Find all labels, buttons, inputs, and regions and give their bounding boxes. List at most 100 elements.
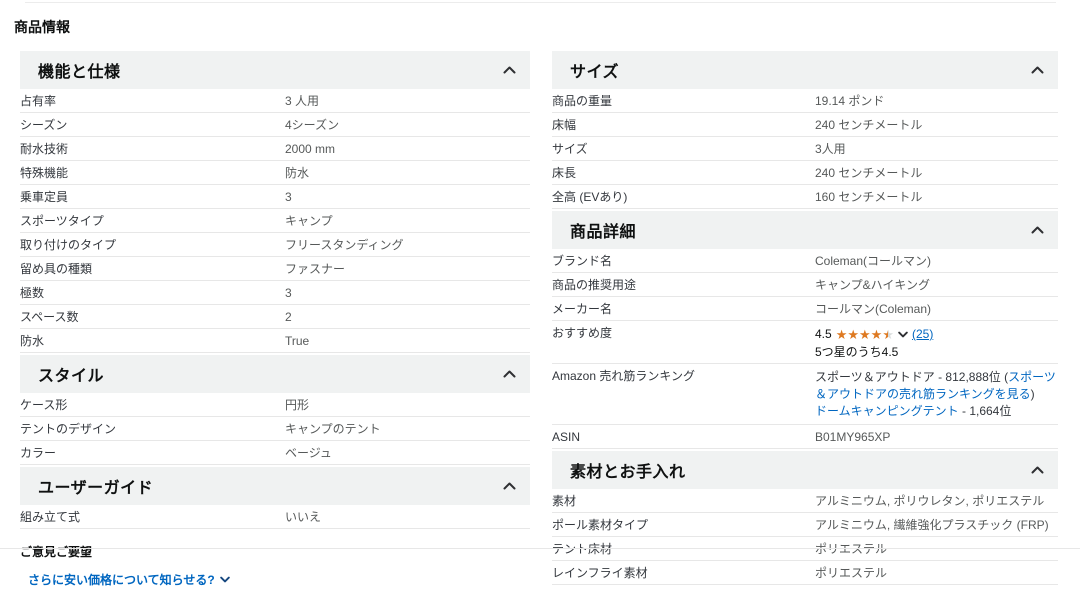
chevron-up-icon	[1031, 226, 1044, 234]
table-row: メーカー名コールマン(Coleman)	[552, 297, 1058, 321]
table-row: テントのデザインキャンプのテント	[20, 417, 530, 441]
table-row: ポール素材タイプアルミニウム, 繊維強化プラスチック (FRP)	[552, 513, 1058, 537]
table-row: 素材アルミニウム, ポリウレタン, ポリエステル	[552, 489, 1058, 513]
ranking-text: - 1,664位	[959, 404, 1012, 418]
spec-label: 留め具の種類	[20, 262, 285, 276]
chevron-up-icon	[1031, 66, 1044, 74]
table-row: 全高 (EVあり)160 センチメートル	[552, 185, 1058, 209]
section-header-style[interactable]: スタイル	[20, 355, 530, 393]
spec-value: いいえ	[285, 510, 530, 524]
spec-label: 床長	[552, 166, 815, 180]
section-header-features-specs[interactable]: 機能と仕様	[20, 51, 530, 89]
feedback-heading: ご意見ご要望	[20, 543, 530, 560]
table-row: ケース形円形	[20, 393, 530, 417]
spec-rows: 占有率3 人用 シーズン4シーズン 耐水技術2000 mm 特殊機能防水 乗車定…	[20, 89, 530, 353]
chevron-up-icon	[503, 66, 516, 74]
table-row: シーズン4シーズン	[20, 113, 530, 137]
reviews-count-link[interactable]: (25)	[912, 326, 933, 342]
table-row: 乗車定員3	[20, 185, 530, 209]
spec-label: メーカー名	[552, 302, 815, 316]
spec-value: アルミニウム, ポリウレタン, ポリエステル	[815, 494, 1058, 508]
spec-label: 防水	[20, 334, 285, 348]
spec-label: 取り付けのタイプ	[20, 238, 285, 252]
lower-price-feedback-link[interactable]: さらに安い価格について知らせる?	[28, 571, 230, 588]
bottom-divider	[0, 548, 1080, 549]
table-row: 床長240 センチメートル	[552, 161, 1058, 185]
section-user-guide: ユーザーガイド 組み立て式いいえ	[20, 467, 530, 529]
spec-value: B01MY965XP	[815, 430, 1058, 444]
spec-label: カラー	[20, 446, 285, 460]
spec-label: ケース形	[20, 398, 285, 412]
spec-label: Amazon 売れ筋ランキング	[552, 369, 815, 383]
spec-rows: 素材アルミニウム, ポリウレタン, ポリエステル ポール素材タイプアルミニウム,…	[552, 489, 1058, 585]
star-icon: ★	[847, 328, 859, 341]
table-row: カラーベージュ	[20, 441, 530, 465]
product-information-panel: 商品情報 機能と仕様 占有率3 人用 シーズン4シーズン 耐水技術2000 mm…	[0, 0, 1080, 589]
table-row: 特殊機能防水	[20, 161, 530, 185]
ranking-row: Amazon 売れ筋ランキング スポーツ＆アウトドア - 812,888位 (ス…	[552, 364, 1058, 425]
section-style: スタイル ケース形円形 テントのデザインキャンプのテント カラーベージュ	[20, 355, 530, 465]
dome-tent-ranking-link[interactable]: ドームキャンピングテント	[815, 404, 959, 418]
spec-value: 3 人用	[285, 94, 530, 108]
spec-value: キャンプ	[285, 214, 530, 228]
section-header-materials-care[interactable]: 素材とお手入れ	[552, 451, 1058, 489]
spec-value: 2000 mm	[285, 142, 530, 156]
spec-value: ポリエステル	[815, 566, 1058, 580]
right-column: サイズ 商品の重量19.14 ポンド 床幅240 センチメートル サイズ3人用 …	[552, 49, 1058, 585]
section-header-user-guide[interactable]: ユーザーガイド	[20, 467, 530, 505]
spec-value: フリースタンディング	[285, 238, 530, 252]
spec-value: 3人用	[815, 142, 1058, 156]
spec-value: 防水	[285, 166, 530, 180]
spec-value: Coleman(コールマン)	[815, 254, 1058, 268]
section-title: スタイル	[38, 362, 104, 386]
spec-label: ブランド名	[552, 254, 815, 268]
spec-label: おすすめ度	[552, 326, 815, 340]
section-title: 機能と仕様	[38, 58, 121, 82]
feedback-block: ご意見ご要望 さらに安い価格について知らせる?	[20, 543, 530, 589]
spec-label: 乗車定員	[20, 190, 285, 204]
ranking-value: スポーツ＆アウトドア - 812,888位 (スポーツ＆アウトドアの売れ筋ランキ…	[815, 369, 1058, 420]
spec-value: 240 センチメートル	[815, 166, 1058, 180]
spec-label: ASIN	[552, 430, 815, 444]
table-row: 商品の重量19.14 ポンド	[552, 89, 1058, 113]
section-header-size[interactable]: サイズ	[552, 51, 1058, 89]
spec-value: 240 センチメートル	[815, 118, 1058, 132]
spec-value: アルミニウム, 繊維強化プラスチック (FRP)	[815, 518, 1058, 532]
spec-value: 2	[285, 310, 530, 324]
spec-value: コールマン(Coleman)	[815, 302, 1058, 316]
spec-rows: ブランド名Coleman(コールマン) 商品の推奨用途キャンプ&ハイキング メー…	[552, 249, 1058, 449]
left-column: 機能と仕様 占有率3 人用 シーズン4シーズン 耐水技術2000 mm 特殊機能…	[14, 49, 530, 589]
rating-alt-text: 5つ星のうち4.5	[815, 345, 1058, 359]
table-row: 取り付けのタイプフリースタンディング	[20, 233, 530, 257]
chevron-up-icon	[1031, 466, 1044, 474]
spec-label: シーズン	[20, 118, 285, 132]
page-title: 商品情報	[14, 17, 1066, 37]
section-size: サイズ 商品の重量19.14 ポンド 床幅240 センチメートル サイズ3人用 …	[552, 51, 1058, 209]
spec-rows: 組み立て式いいえ	[20, 505, 530, 529]
table-row: 商品の推奨用途キャンプ&ハイキング	[552, 273, 1058, 297]
section-title: ユーザーガイド	[38, 474, 153, 498]
spec-label: スポーツタイプ	[20, 214, 285, 228]
table-row: レインフライ素材ポリエステル	[552, 561, 1058, 585]
star-rating: ★★★★★	[836, 328, 894, 341]
spec-value: 160 センチメートル	[815, 190, 1058, 204]
spec-label: 全高 (EVあり)	[552, 190, 815, 204]
spec-label: 組み立て式	[20, 510, 285, 524]
table-row: 床幅240 センチメートル	[552, 113, 1058, 137]
table-row: 耐水技術2000 mm	[20, 137, 530, 161]
table-row: スポーツタイプキャンプ	[20, 209, 530, 233]
spec-label: 素材	[552, 494, 815, 508]
table-row: 極数3	[20, 281, 530, 305]
section-product-details: 商品詳細 ブランド名Coleman(コールマン) 商品の推奨用途キャンプ&ハイキ…	[552, 211, 1058, 449]
section-header-product-details[interactable]: 商品詳細	[552, 211, 1058, 249]
spec-label: 極数	[20, 286, 285, 300]
spec-label: 特殊機能	[20, 166, 285, 180]
spec-label: 占有率	[20, 94, 285, 108]
table-row: 組み立て式いいえ	[20, 505, 530, 529]
spec-label: サイズ	[552, 142, 815, 156]
rating-dropdown-chevron-icon[interactable]	[898, 331, 908, 338]
spec-label: テントのデザイン	[20, 422, 285, 436]
top-divider	[25, 2, 1056, 3]
spec-value: ベージュ	[285, 446, 530, 460]
table-row: サイズ3人用	[552, 137, 1058, 161]
